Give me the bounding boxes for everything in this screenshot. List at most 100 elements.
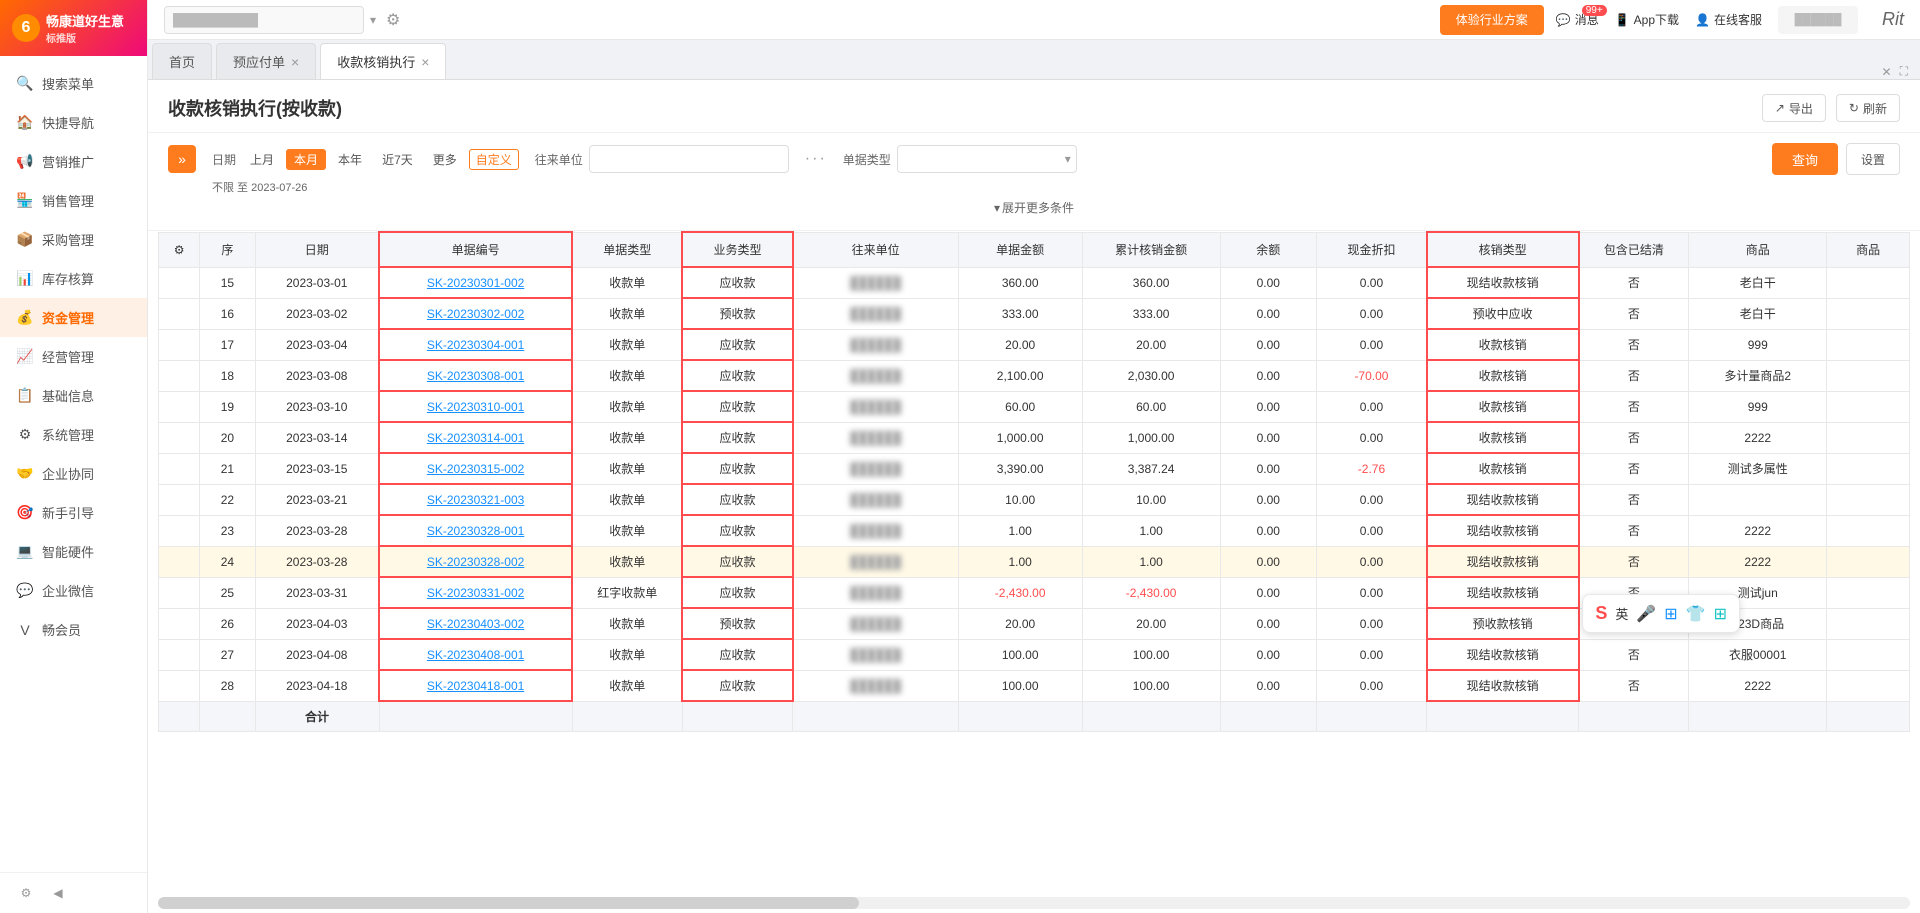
table-cell: 现结收款核销 xyxy=(1427,577,1579,608)
row-settings-cell[interactable] xyxy=(159,329,200,360)
table-cell: 收款单 xyxy=(572,546,682,577)
sidebar-item-operation[interactable]: 📈 经营管理 xyxy=(0,337,147,376)
sidebar-item-system[interactable]: ⚙ 系统管理 xyxy=(0,415,147,454)
row-settings-cell[interactable] xyxy=(159,670,200,701)
bill-type-dropdown-icon[interactable]: ▾ xyxy=(1065,152,1071,166)
filter-expand-btn[interactable]: ▾ 展开更多条件 xyxy=(994,199,1074,216)
filter-bill-type-input[interactable] xyxy=(897,145,1077,173)
sidebar-bottom: ⚙ ◀ xyxy=(0,872,147,913)
user-avatar[interactable]: ██████ xyxy=(1778,6,1858,34)
sidebar-item-search[interactable]: 🔍 搜索菜单 xyxy=(0,64,147,103)
sidebar-item-inventory[interactable]: 📊 库存核算 xyxy=(0,259,147,298)
topbar-search-area: ██████████ ▾ ⚙ xyxy=(164,6,1428,34)
settings-btn[interactable]: 设置 xyxy=(1846,143,1900,175)
table-cell[interactable]: SK-20230302-002 xyxy=(379,298,572,329)
filter-ellipsis: ··· xyxy=(805,150,827,168)
industry-btn[interactable]: 体验行业方案 xyxy=(1440,5,1544,35)
table-cell[interactable]: SK-20230304-001 xyxy=(379,329,572,360)
table-cell: 收款单 xyxy=(572,329,682,360)
apps-icon[interactable]: ⊞ xyxy=(1714,604,1727,624)
filter-btn-more[interactable]: 更多 xyxy=(425,149,465,170)
close-all-icon[interactable]: ✕ xyxy=(1882,65,1892,79)
tab-collection-close[interactable]: × xyxy=(421,54,429,70)
row-settings-cell[interactable] xyxy=(159,546,200,577)
filter-btn-7days[interactable]: 近7天 xyxy=(374,149,421,170)
sidebar-item-member[interactable]: V 畅会员 xyxy=(0,610,147,649)
search-icon: 🔍 xyxy=(16,75,34,93)
table-cell[interactable]: SK-20230403-002 xyxy=(379,608,572,639)
sidebar-item-corp[interactable]: 🤝 企业协同 xyxy=(0,454,147,493)
shirt-icon[interactable]: 👕 xyxy=(1686,604,1706,624)
table-cell[interactable]: SK-20230321-003 xyxy=(379,484,572,515)
tab-collection[interactable]: 收款核销执行 × xyxy=(320,43,446,79)
row-settings-cell[interactable] xyxy=(159,391,200,422)
sidebar-item-marketing[interactable]: 📢 营销推广 xyxy=(0,142,147,181)
messages-btn[interactable]: 💬 消息 99+ xyxy=(1556,11,1599,28)
query-btn[interactable]: 查询 xyxy=(1772,143,1838,175)
settings-bottom-icon[interactable]: ⚙ xyxy=(16,883,36,903)
sidebar-item-sales[interactable]: 🏪 销售管理 xyxy=(0,181,147,220)
table-cell[interactable]: SK-20230418-001 xyxy=(379,670,572,701)
tab-prepay-close[interactable]: × xyxy=(291,54,299,70)
row-settings-cell[interactable] xyxy=(159,577,200,608)
table-cell[interactable]: SK-20230328-002 xyxy=(379,546,572,577)
table-container[interactable]: ⚙ 序 日期 单据编号 单据类型 业务类型 往来单位 单据金额 累计核销金额 余… xyxy=(158,231,1910,893)
table-cell: 2222 xyxy=(1689,546,1827,577)
table-cell[interactable]: SK-20230314-001 xyxy=(379,422,572,453)
row-settings-cell[interactable] xyxy=(159,608,200,639)
table-cell: 应收款 xyxy=(682,267,792,298)
table-cell xyxy=(1827,267,1910,298)
sum-cell xyxy=(200,701,255,731)
sidebar-item-basic[interactable]: 📋 基础信息 xyxy=(0,376,147,415)
grid-icon[interactable]: ⊞ xyxy=(1664,604,1677,624)
sidebar-item-weixin[interactable]: 💬 企业微信 xyxy=(0,571,147,610)
table-cell: 老白干 xyxy=(1689,267,1827,298)
sum-row: 合计 xyxy=(159,701,1910,731)
sidebar-item-guide[interactable]: 🎯 新手引导 xyxy=(0,493,147,532)
app-download-btn[interactable]: 📱 App下载 xyxy=(1615,11,1679,28)
table-cell[interactable]: SK-20230301-002 xyxy=(379,267,572,298)
row-settings-cell[interactable] xyxy=(159,484,200,515)
filter-toggle-btn[interactable]: » xyxy=(168,145,196,173)
table-cell[interactable]: SK-20230408-001 xyxy=(379,639,572,670)
export-btn[interactable]: ↗ 导出 xyxy=(1762,94,1826,122)
table-cell[interactable]: SK-20230308-001 xyxy=(379,360,572,391)
mic-icon[interactable]: 🎤 xyxy=(1636,604,1656,624)
sales-icon: 🏪 xyxy=(16,192,34,210)
gear-icon-topbar[interactable]: ⚙ xyxy=(386,10,400,30)
collapse-icon[interactable]: ◀ xyxy=(48,883,68,903)
row-settings-cell[interactable] xyxy=(159,360,200,391)
online-service-btn[interactable]: 👤 在线客服 xyxy=(1695,11,1762,28)
expand-tabs-icon[interactable]: ⛶ xyxy=(1900,64,1908,79)
refresh-btn[interactable]: ↻ 刷新 xyxy=(1836,94,1900,122)
filter-btn-this-month[interactable]: 本月 xyxy=(286,149,326,170)
row-settings-cell[interactable] xyxy=(159,298,200,329)
col-settings-header[interactable]: ⚙ xyxy=(159,232,200,267)
row-settings-cell[interactable] xyxy=(159,639,200,670)
filter-btn-last-month[interactable]: 上月 xyxy=(242,149,282,170)
filter-btn-custom[interactable]: 自定义 xyxy=(469,149,519,170)
sidebar-item-quicknav[interactable]: 🏠 快捷导航 xyxy=(0,103,147,142)
page-header: 收款核销执行(按收款) ↗ 导出 ↻ 刷新 xyxy=(148,80,1920,133)
sidebar-item-finance[interactable]: 💰 资金管理 xyxy=(0,298,147,337)
horizontal-scrollbar[interactable] xyxy=(158,897,1910,909)
filter-counterpart-input[interactable] xyxy=(589,145,789,173)
tab-home[interactable]: 首页 xyxy=(152,43,212,79)
table-cell[interactable]: SK-20230331-002 xyxy=(379,577,572,608)
table-cell: ██████ xyxy=(793,546,958,577)
row-settings-cell[interactable] xyxy=(159,422,200,453)
basic-icon: 📋 xyxy=(16,387,34,405)
sidebar-item-purchase[interactable]: 📦 采购管理 xyxy=(0,220,147,259)
sidebar-item-hardware[interactable]: 💻 智能硬件 xyxy=(0,532,147,571)
row-settings-cell[interactable] xyxy=(159,515,200,546)
filter-btn-this-year[interactable]: 本年 xyxy=(330,149,370,170)
tab-prepay[interactable]: 预应付单 × xyxy=(216,43,316,79)
row-settings-cell[interactable] xyxy=(159,267,200,298)
table-cell: 22 xyxy=(200,484,255,515)
table-cell: 2023-03-02 xyxy=(255,298,379,329)
table-cell[interactable]: SK-20230328-001 xyxy=(379,515,572,546)
table-cell[interactable]: SK-20230315-002 xyxy=(379,453,572,484)
dropdown-icon[interactable]: ▾ xyxy=(370,13,376,27)
table-cell[interactable]: SK-20230310-001 xyxy=(379,391,572,422)
row-settings-cell[interactable] xyxy=(159,453,200,484)
